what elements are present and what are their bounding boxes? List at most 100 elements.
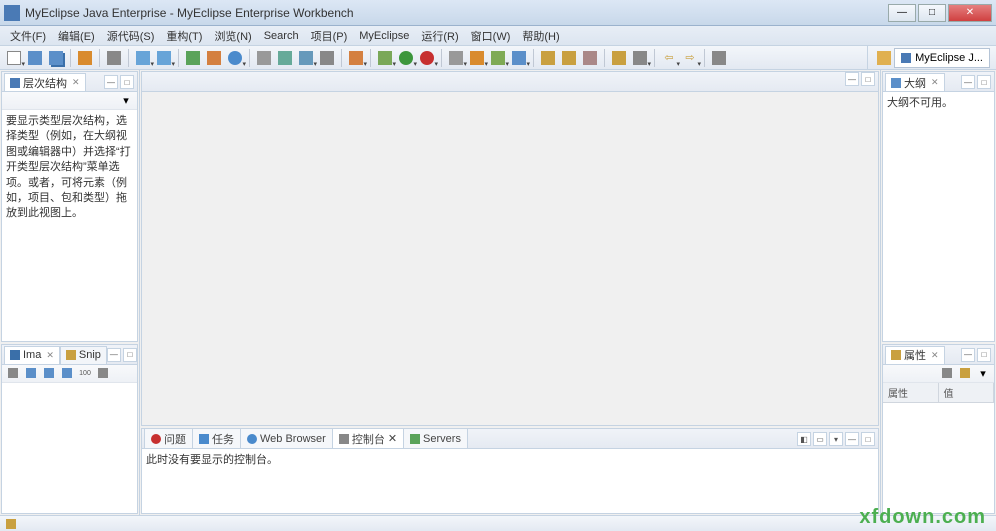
save-button[interactable] — [25, 48, 45, 68]
tab-servers[interactable]: Servers — [403, 428, 468, 448]
package-icon[interactable] — [75, 48, 95, 68]
tab-ima[interactable]: Ima ✕ — [4, 346, 60, 364]
outline-icon — [891, 78, 901, 88]
menu-myeclipse[interactable]: MyEclipse — [353, 28, 415, 44]
toolbar-btn-13[interactable] — [467, 48, 487, 68]
toolbar-btn-18[interactable] — [580, 48, 600, 68]
tab-properties[interactable]: 属性 ✕ — [885, 346, 945, 364]
titlebar: MyEclipse Java Enterprise - MyEclipse En… — [0, 0, 996, 26]
editor-tabstrip: — □ — [142, 72, 878, 92]
tab-web-browser[interactable]: Web Browser — [240, 428, 333, 448]
menu-search[interactable]: Search — [258, 28, 305, 44]
console-icon — [339, 434, 349, 444]
menu-help[interactable]: 帮助(H) — [516, 26, 565, 46]
search-button[interactable] — [609, 48, 629, 68]
close-icon[interactable]: ✕ — [931, 350, 939, 361]
minimize-icon[interactable]: — — [845, 72, 859, 86]
display-icon[interactable]: ▭ — [813, 432, 827, 446]
maximize-icon[interactable]: □ — [120, 75, 134, 89]
refresh-icon[interactable] — [95, 365, 111, 381]
ima-toolbar: 100 — [2, 365, 137, 383]
categories-icon[interactable] — [939, 365, 955, 381]
save-all-button[interactable] — [46, 48, 66, 68]
workarea: 层次结构 ✕ — □ ▾ 要显示类型层次结构，选择类型（例如，在大纲视图或编辑器… — [0, 70, 996, 515]
back-button[interactable]: ⇦ — [659, 48, 679, 68]
app-icon — [4, 5, 20, 21]
maximize-icon[interactable]: □ — [977, 348, 991, 362]
toolbar-btn-6[interactable] — [225, 48, 245, 68]
close-button[interactable]: ✕ — [948, 4, 992, 22]
ext-tools-button[interactable] — [417, 48, 437, 68]
view-menu-icon[interactable]: ▾ — [829, 432, 843, 446]
run-button[interactable] — [396, 48, 416, 68]
toolbar-btn-5[interactable] — [204, 48, 224, 68]
pin-icon[interactable]: ◧ — [797, 432, 811, 446]
hierarchy-view: 层次结构 ✕ — □ ▾ 要显示类型层次结构，选择类型（例如，在大纲视图或编辑器… — [1, 71, 138, 342]
toolbar-btn-3[interactable] — [154, 48, 174, 68]
maximize-icon[interactable]: □ — [861, 432, 875, 446]
forward-button[interactable]: ⇨ — [680, 48, 700, 68]
menu-refactor[interactable]: 重构(T) — [160, 26, 208, 46]
toolbar-btn-11[interactable] — [346, 48, 366, 68]
toolbar-btn-9[interactable] — [296, 48, 316, 68]
statusbar — [0, 515, 996, 531]
tab-problems[interactable]: 问题 — [144, 428, 193, 448]
zoom-100-icon[interactable]: 100 — [77, 365, 93, 381]
menu-source[interactable]: 源代码(S) — [101, 26, 161, 46]
toolbar-btn-1[interactable] — [104, 48, 124, 68]
toolbar-btn-12[interactable] — [446, 48, 466, 68]
tab-hierarchy[interactable]: 层次结构 ✕ — [4, 73, 86, 91]
toolbar-btn-4[interactable] — [183, 48, 203, 68]
toolbar-btn-8[interactable] — [275, 48, 295, 68]
minimize-icon[interactable]: — — [845, 432, 859, 446]
filter-icon[interactable] — [957, 365, 973, 381]
menu-navigate[interactable]: 浏览(N) — [208, 26, 257, 46]
new-button[interactable] — [4, 48, 24, 68]
prop-col-value[interactable]: 值 — [939, 383, 995, 402]
close-icon[interactable]: ✕ — [72, 77, 80, 88]
toolbar-btn-7[interactable] — [254, 48, 274, 68]
maximize-button[interactable]: □ — [918, 4, 946, 22]
toolbar-btn-19[interactable] — [630, 48, 650, 68]
open-perspective-button[interactable] — [874, 48, 894, 68]
tab-tasks[interactable]: 任务 — [192, 428, 241, 448]
close-icon[interactable]: ✕ — [388, 432, 397, 445]
home-icon[interactable] — [5, 365, 21, 381]
close-icon[interactable]: ✕ — [46, 350, 54, 361]
maximize-icon[interactable]: □ — [861, 72, 875, 86]
toolbar-btn-17[interactable] — [559, 48, 579, 68]
tasks-icon — [199, 434, 209, 444]
servers-icon — [410, 434, 420, 444]
zoom-fit-icon[interactable] — [59, 365, 75, 381]
toolbar-btn-15[interactable] — [509, 48, 529, 68]
prop-col-name[interactable]: 属性 — [883, 383, 939, 402]
tab-outline[interactable]: 大纲 ✕ — [885, 73, 945, 91]
maximize-icon[interactable]: □ — [977, 75, 991, 89]
menu-run[interactable]: 运行(R) — [415, 26, 464, 46]
toolbar-btn-20[interactable] — [709, 48, 729, 68]
zoom-in-icon[interactable] — [23, 365, 39, 381]
view-menu-icon[interactable]: ▾ — [118, 93, 134, 109]
minimize-icon[interactable]: — — [961, 75, 975, 89]
zoom-out-icon[interactable] — [41, 365, 57, 381]
debug-button[interactable] — [375, 48, 395, 68]
ima-tab-label: Ima — [23, 349, 41, 361]
minimize-icon[interactable]: — — [961, 348, 975, 362]
menu-project[interactable]: 项目(P) — [305, 26, 354, 46]
minimize-icon[interactable]: — — [107, 348, 121, 362]
toolbar-btn-16[interactable] — [538, 48, 558, 68]
close-icon[interactable]: ✕ — [931, 77, 939, 88]
minimize-icon[interactable]: — — [104, 75, 118, 89]
minimize-button[interactable]: — — [888, 4, 916, 22]
tab-snip[interactable]: Snip — [60, 346, 107, 364]
menu-edit[interactable]: 编辑(E) — [52, 26, 101, 46]
toolbar-btn-2[interactable] — [133, 48, 153, 68]
view-menu-icon[interactable]: ▾ — [975, 365, 991, 381]
tab-console[interactable]: 控制台 ✕ — [332, 428, 404, 448]
perspective-myeclipse[interactable]: MyEclipse J... — [894, 48, 990, 68]
toolbar-btn-14[interactable] — [488, 48, 508, 68]
menu-window[interactable]: 窗口(W) — [465, 26, 517, 46]
maximize-icon[interactable]: □ — [123, 348, 137, 362]
toolbar-btn-10[interactable] — [317, 48, 337, 68]
menu-file[interactable]: 文件(F) — [4, 26, 52, 46]
